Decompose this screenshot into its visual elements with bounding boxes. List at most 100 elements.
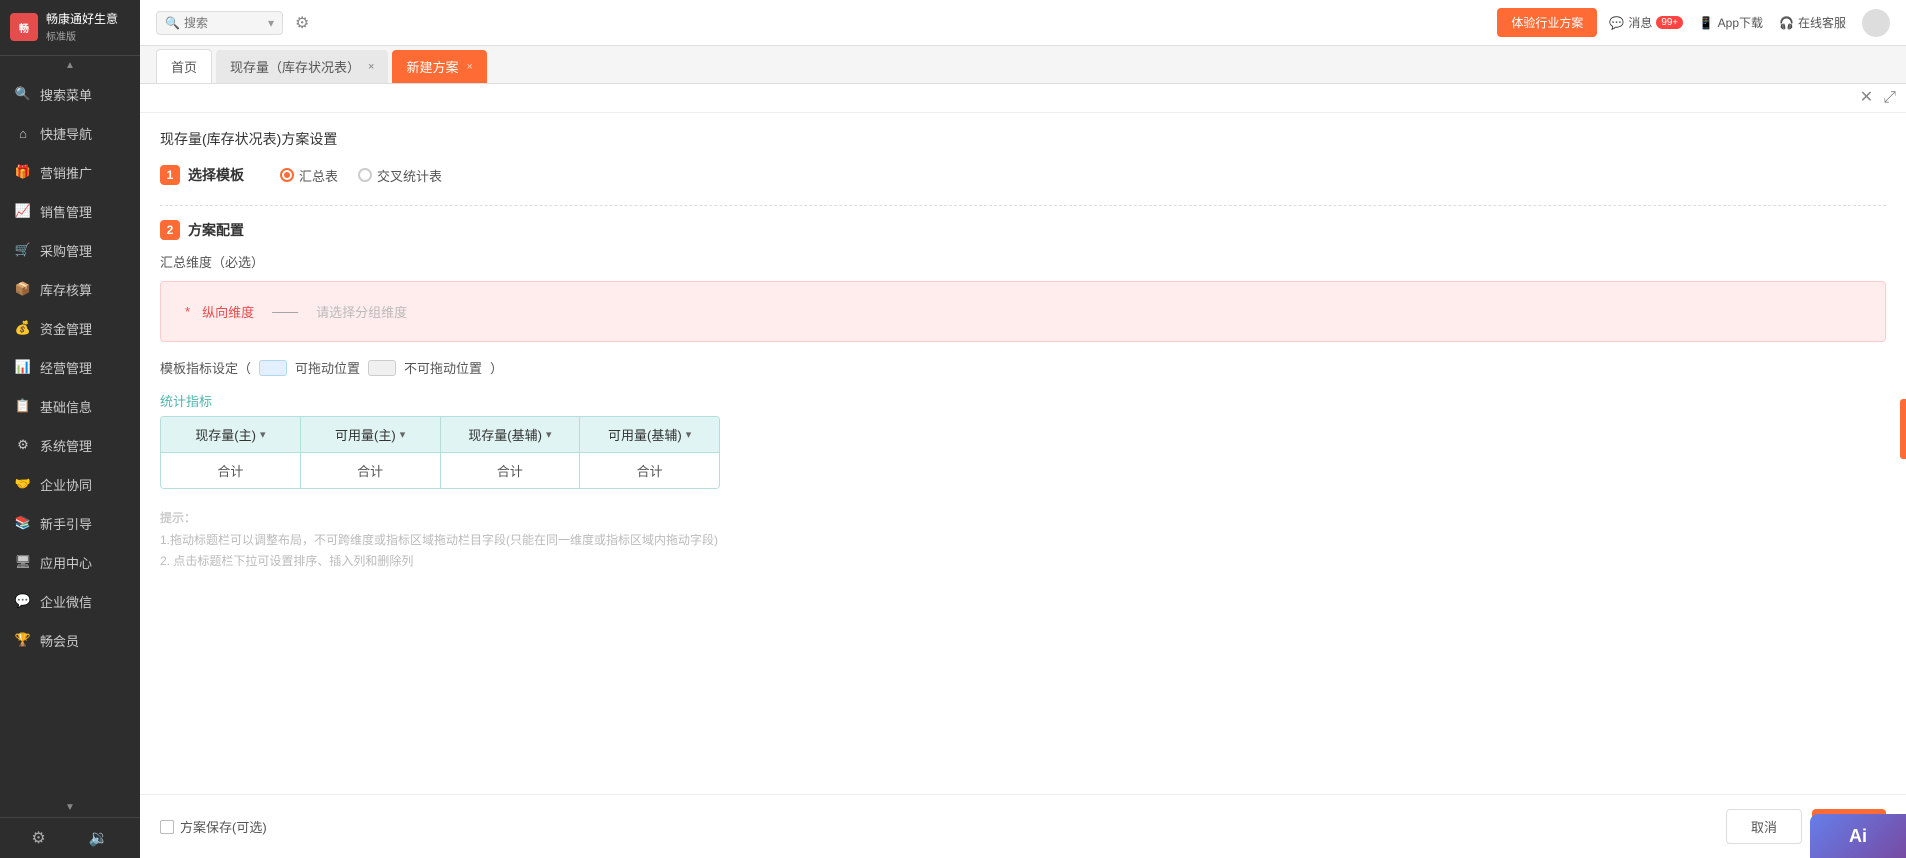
radio-summary[interactable]: 汇总表: [280, 166, 338, 185]
app-download-button[interactable]: 📱 App下载: [1699, 14, 1763, 31]
tab-home[interactable]: 首页: [156, 49, 212, 83]
mobile-icon: 📱: [1699, 16, 1714, 30]
stats-col-2-header[interactable]: 可用量(主) ▾: [301, 417, 440, 453]
sidebar-item-shortcut[interactable]: ⌂ 快捷导航: [0, 114, 140, 153]
stats-col-2-chevron[interactable]: ▾: [400, 428, 406, 441]
tab-inventory-status-label: 现存量（库存状况表）: [230, 57, 360, 76]
wechat-icon: 💬: [14, 592, 32, 610]
side-expand-handle[interactable]: [1900, 399, 1906, 459]
topbar-search-box[interactable]: 🔍 ▾: [156, 11, 283, 35]
settings-icon[interactable]: ⚙: [31, 828, 45, 848]
audio-icon[interactable]: 🔉: [89, 828, 109, 848]
sidebar-scroll-down[interactable]: ▼: [0, 798, 140, 817]
sales-icon: 📈: [14, 202, 32, 220]
sidebar-item-guide[interactable]: 📚 新手引导: [0, 504, 140, 543]
radio-summary-label: 汇总表: [299, 166, 338, 185]
dimension-row[interactable]: * 纵向维度 —— 请选择分组维度: [160, 281, 1886, 342]
appstore-icon: 🖥: [14, 553, 32, 571]
sidebar-item-marketing[interactable]: 🎁 营销推广: [0, 153, 140, 192]
user-avatar[interactable]: [1862, 9, 1890, 37]
sidebar-item-purchase[interactable]: 🛒 采购管理: [0, 231, 140, 270]
sidebar-item-search[interactable]: 🔍 搜索菜单: [0, 75, 140, 114]
partner-icon: 🤝: [14, 475, 32, 493]
stats-col-4-label: 可用量(基辅): [608, 425, 682, 444]
tab-inventory-close-icon[interactable]: ×: [368, 61, 374, 73]
sidebar-item-label: 企业协同: [40, 475, 92, 494]
messages-button[interactable]: 💬 消息 99+: [1609, 14, 1682, 31]
app-logo-icon: 畅: [10, 13, 38, 41]
sidebar-item-label: 营销推广: [40, 163, 92, 182]
sidebar-item-label: 基础信息: [40, 397, 92, 416]
inventory-icon: 📦: [14, 280, 32, 298]
search-input[interactable]: [184, 16, 264, 30]
cancel-button[interactable]: 取消: [1726, 809, 1802, 844]
app-download-label: App下载: [1718, 14, 1763, 31]
stats-col-1-header[interactable]: 现存量(主) ▾: [161, 417, 300, 453]
sidebar-item-label: 搜索菜单: [40, 85, 92, 104]
section-1: 1 选择模板 汇总表 交叉统计表: [160, 165, 1886, 185]
sidebar-item-label: 库存核算: [40, 280, 92, 299]
section-2-header: 2 方案配置: [160, 220, 1886, 240]
stats-table-header-row: 现存量(主) ▾ 合计 可用量(主) ▾ 合计: [161, 417, 719, 488]
dropdown-icon[interactable]: ▾: [268, 16, 274, 30]
sidebar-item-label: 采购管理: [40, 241, 92, 260]
ai-float-button[interactable]: Ai: [1810, 814, 1906, 858]
sidebar-item-appstore[interactable]: 🖥 应用中心: [0, 543, 140, 582]
sidebar-item-system[interactable]: ⚙ 系统管理: [0, 426, 140, 465]
movable-label: 可拖动位置: [295, 358, 360, 377]
radio-cross[interactable]: 交叉统计表: [358, 166, 442, 185]
sidebar-item-member[interactable]: 🏆 畅会员: [0, 621, 140, 660]
stats-col-4: 可用量(基辅) ▾ 合计: [580, 417, 719, 488]
tab-home-label: 首页: [171, 57, 197, 76]
template-indicators-suffix: ）: [490, 358, 503, 377]
stats-col-1: 现存量(主) ▾ 合计: [161, 417, 301, 488]
section-1-header: 1 选择模板 汇总表 交叉统计表: [160, 165, 1886, 185]
template-indicators-prefix: 模板指标设定（: [160, 358, 251, 377]
sidebar: 畅 畅康通好生意 标准版 ▲ 🔍 搜索菜单 ⌂ 快捷导航 🎁 营销推广 📈 销售…: [0, 0, 140, 858]
topbar-right: 💬 消息 99+ 📱 App下载 🎧 在线客服: [1609, 9, 1890, 37]
trial-button[interactable]: 体验行业方案: [1497, 8, 1597, 37]
member-icon: 🏆: [14, 631, 32, 649]
sidebar-item-inventory[interactable]: 📦 库存核算: [0, 270, 140, 309]
save-checkbox[interactable]: [160, 820, 174, 834]
template-radio-group: 汇总表 交叉统计表: [280, 166, 442, 185]
customer-service-button[interactable]: 🎧 在线客服: [1779, 14, 1846, 31]
section-2-number: 2: [160, 220, 180, 240]
stats-col-4-header[interactable]: 可用量(基辅) ▾: [580, 417, 719, 453]
stats-col-4-chevron[interactable]: ▾: [686, 428, 692, 441]
template-indicators: 模板指标设定（ 可拖动位置 不可拖动位置 ）: [160, 358, 1886, 377]
messages-badge: 99+: [1656, 16, 1682, 29]
dimension-label: 汇总维度（必选）: [160, 252, 1886, 271]
radio-cross-circle: [358, 168, 372, 182]
tab-inventory-status[interactable]: 现存量（库存状况表） ×: [216, 50, 388, 83]
sidebar-item-label: 企业微信: [40, 592, 92, 611]
close-panel-icon[interactable]: ✕: [1860, 90, 1873, 106]
sidebar-item-finance[interactable]: 💰 资金管理: [0, 309, 140, 348]
sidebar-item-partner[interactable]: 🤝 企业协同: [0, 465, 140, 504]
sidebar-item-wechat[interactable]: 💬 企业微信: [0, 582, 140, 621]
home-icon: ⌂: [14, 124, 32, 142]
stats-col-3-chevron[interactable]: ▾: [546, 428, 552, 441]
tips-title: 提示：: [160, 511, 196, 525]
sidebar-item-basic[interactable]: 📋 基础信息: [0, 387, 140, 426]
sidebar-item-operation[interactable]: 📊 经营管理: [0, 348, 140, 387]
sidebar-scroll-up[interactable]: ▲: [0, 56, 140, 75]
settings-gear-icon[interactable]: ⚙: [295, 13, 309, 33]
radio-cross-label: 交叉统计表: [377, 166, 442, 185]
unmovable-label: 不可拖动位置: [404, 358, 482, 377]
sidebar-item-sales[interactable]: 📈 销售管理: [0, 192, 140, 231]
search-icon: 🔍: [14, 85, 32, 103]
sidebar-item-label: 快捷导航: [40, 124, 92, 143]
ai-label: Ai: [1849, 826, 1867, 847]
stats-col-1-label: 现存量(主): [195, 425, 256, 444]
stats-col-1-chevron[interactable]: ▾: [260, 428, 266, 441]
tab-new-scheme-close-icon[interactable]: ×: [466, 61, 472, 73]
purchase-icon: 🛒: [14, 241, 32, 259]
dimension-field-label: 纵向维度: [202, 302, 254, 321]
tab-new-scheme[interactable]: 新建方案 ×: [392, 50, 486, 83]
save-option[interactable]: 方案保存(可选): [160, 817, 267, 836]
sidebar-bottom: ⚙ 🔉: [0, 817, 140, 858]
stats-col-3-header[interactable]: 现存量(基辅) ▾: [441, 417, 580, 453]
expand-panel-icon[interactable]: ⤢: [1883, 90, 1896, 106]
page-title: 现存量(库存状况表)方案设置: [160, 129, 1886, 149]
